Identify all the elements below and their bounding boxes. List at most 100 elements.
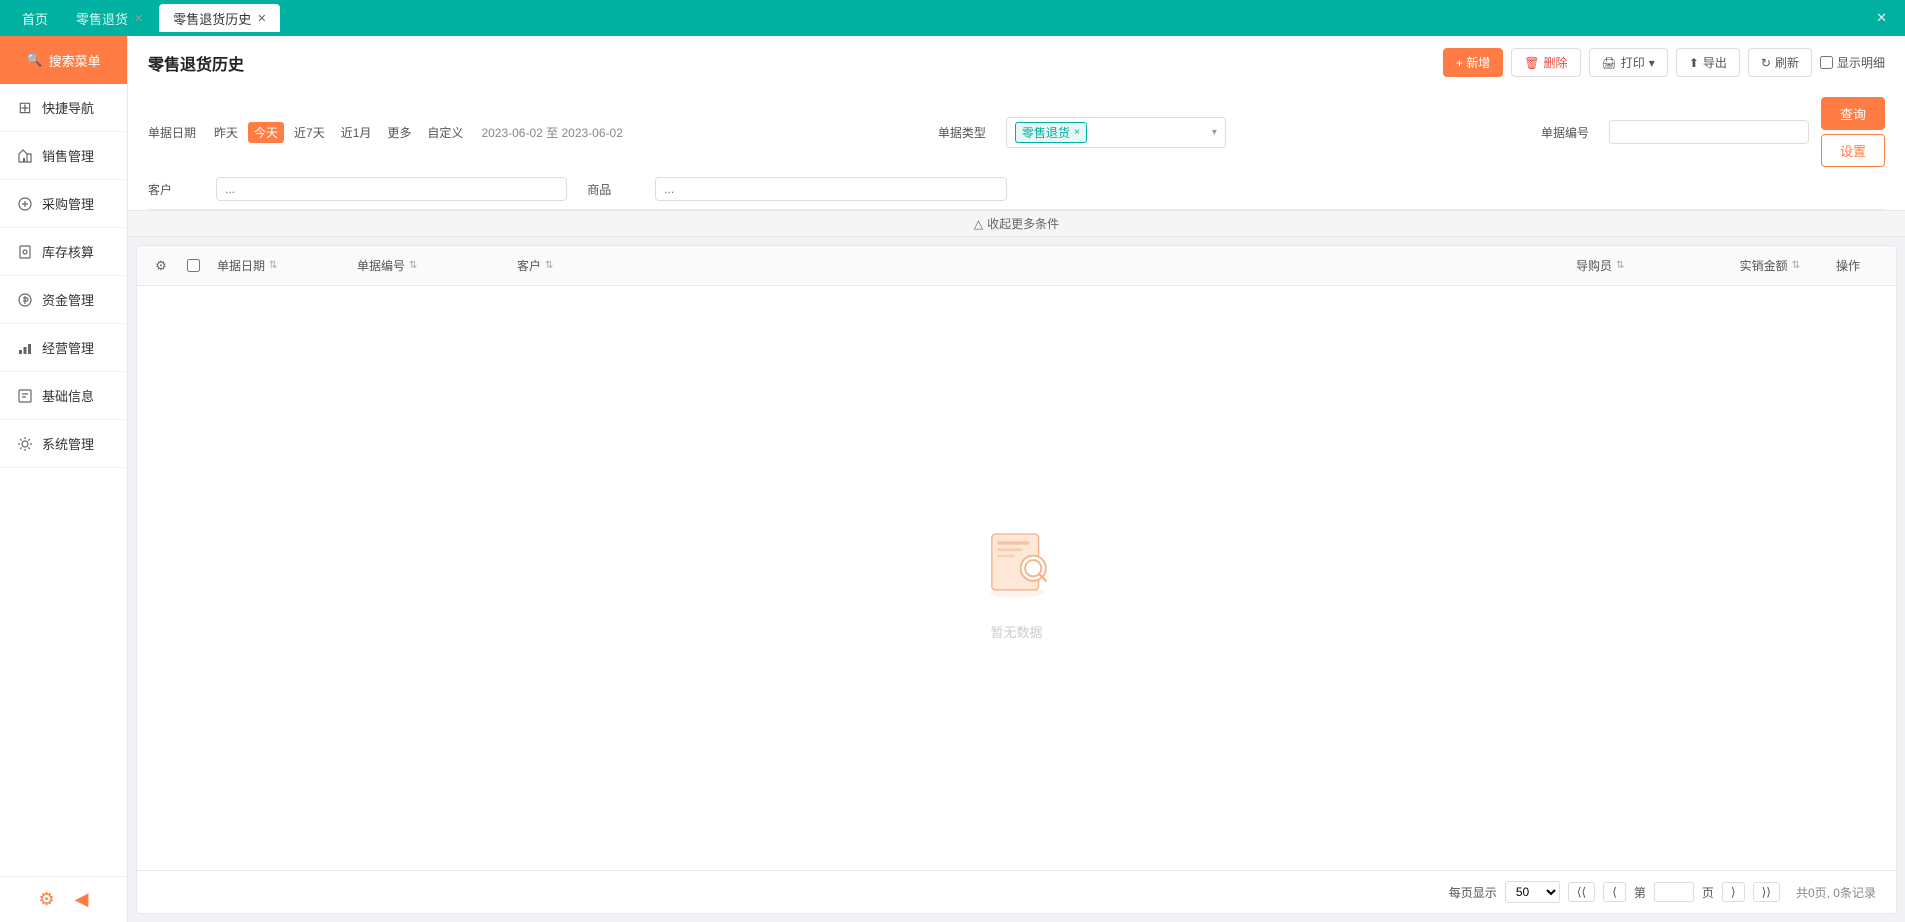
docnum-filter-label: 单据编号 [1541, 124, 1601, 141]
collapse-icon: △ [974, 217, 983, 231]
total-info: 共0页, 0条记录 [1796, 884, 1876, 901]
sidebar-item-basic-info[interactable]: 基础信息 [0, 372, 127, 420]
date-opt-7days[interactable]: 近7天 [288, 122, 331, 143]
date-opt-custom[interactable]: 自定义 [421, 122, 469, 143]
sidebar-item-system-mgmt[interactable]: 系统管理 [0, 420, 127, 468]
system-mgmt-icon [16, 435, 34, 453]
sidebar-item-operations-label: 经营管理 [42, 338, 94, 357]
table-section: ⚙ 单据日期 ⇅ 单据编号 ⇅ 客户 ⇅ 导购员 ⇅ [136, 245, 1897, 914]
sidebar-search[interactable]: 🔍 搜索菜单 [0, 36, 127, 84]
show-detail-checkbox[interactable] [1820, 56, 1833, 69]
th-customer[interactable]: 客户 ⇅ [509, 257, 1568, 274]
th-guide-label: 导购员 [1576, 257, 1612, 274]
sidebar-search-label: 搜索菜单 [49, 51, 101, 70]
th-docnum[interactable]: 单据编号 ⇅ [349, 257, 509, 274]
empty-state: 暂无数据 [137, 286, 1896, 870]
th-customer-sort-icon: ⇅ [545, 260, 553, 271]
sidebar-item-finance-label: 资金管理 [42, 290, 94, 309]
th-amount-label: 实销金额 [1740, 257, 1788, 274]
th-amount-sort-icon: ⇅ [1792, 260, 1800, 271]
date-range-display: 2023-06-02 至 2023-06-02 [481, 124, 622, 141]
sales-mgmt-icon [16, 147, 34, 165]
type-filter-label: 单据类型 [938, 124, 998, 141]
prev-page-btn[interactable]: ⟨ [1603, 882, 1626, 902]
last-page-btn[interactable]: ⟩⟩ [1753, 882, 1780, 902]
tab-retail-return-label: 零售退货 [76, 9, 128, 28]
th-amount[interactable]: 实销金额 ⇅ [1688, 257, 1808, 274]
page-input[interactable]: 1 [1654, 882, 1694, 902]
refresh-icon: ↻ [1761, 56, 1771, 70]
export-button[interactable]: ⬆ 导出 [1676, 48, 1740, 77]
print-arrow-icon: ▾ [1649, 56, 1655, 70]
th-date[interactable]: 单据日期 ⇅ [209, 257, 349, 274]
settings-bottom-icon[interactable]: ⚙ [39, 889, 55, 910]
show-detail-checkbox-label[interactable]: 显示明细 [1820, 54, 1885, 71]
add-button[interactable]: + 新增 [1443, 48, 1503, 77]
sidebar-item-finance[interactable]: 资金管理 [0, 276, 127, 324]
th-date-label: 单据日期 [217, 257, 265, 274]
sidebar-item-inventory[interactable]: 库存核算 [0, 228, 127, 276]
tab-retail-return[interactable]: 零售退货 ✕ [62, 4, 157, 32]
per-page-select[interactable]: 50 20 100 [1505, 881, 1560, 903]
top-bar: 首页 零售退货 ✕ 零售退货历史 ✕ ✕ [0, 0, 1905, 36]
sidebar-item-basic-info-label: 基础信息 [42, 386, 94, 405]
collapse-bar[interactable]: △ 收起更多条件 [128, 211, 1905, 237]
sidebar-item-quick-nav[interactable]: ⊞ 快捷导航 [0, 84, 127, 132]
delete-icon: 🗑 [1524, 56, 1539, 70]
next-page-btn[interactable]: ⟩ [1722, 882, 1745, 902]
export-icon: ⬆ [1689, 56, 1699, 70]
empty-icon [972, 516, 1062, 606]
page-header: 零售退货历史 + 新增 🗑 删除 🖨 打印 ▾ ⬆ 导出 [128, 36, 1905, 211]
th-guide[interactable]: 导购员 ⇅ [1568, 257, 1688, 274]
page-unit: 页 [1702, 884, 1714, 901]
tab-retail-return-history[interactable]: 零售退货历史 ✕ [159, 4, 280, 32]
tab-retail-return-history-label: 零售退货历史 [173, 9, 251, 28]
operations-icon [16, 339, 34, 357]
tab-home[interactable]: 首页 [8, 4, 62, 32]
settings-button[interactable]: 设置 [1821, 134, 1885, 167]
sidebar-item-system-label: 系统管理 [42, 434, 94, 453]
sidebar-item-operations[interactable]: 经营管理 [0, 324, 127, 372]
type-filter-select[interactable]: 零售退货 × ▾ [1006, 117, 1226, 148]
table-header: ⚙ 单据日期 ⇅ 单据编号 ⇅ 客户 ⇅ 导购员 ⇅ [137, 246, 1896, 286]
date-opt-1month[interactable]: 近1月 [335, 122, 378, 143]
page-label: 第 [1634, 884, 1646, 901]
print-button[interactable]: 🖨 打印 ▾ [1589, 48, 1668, 77]
date-filter-label: 单据日期 [148, 124, 208, 141]
customer-filter-input[interactable] [216, 177, 567, 201]
th-checkbox[interactable] [177, 259, 209, 272]
collapse-sidebar-icon[interactable]: ◀ [75, 889, 89, 910]
sidebar-bottom: ⚙ ◀ [0, 876, 127, 922]
refresh-button[interactable]: ↻ 刷新 [1748, 48, 1812, 77]
th-settings-icon[interactable]: ⚙ [145, 258, 177, 274]
date-opt-yesterday[interactable]: 昨天 [208, 122, 244, 143]
type-tag-close[interactable]: × [1074, 127, 1080, 138]
sidebar-item-quick-nav-label: 快捷导航 [42, 98, 94, 117]
filter-area: 单据日期 昨天 今天 近7天 近1月 更多 自定义 2023-06-02 至 2… [148, 87, 1885, 210]
sidebar-item-sales-mgmt[interactable]: 销售管理 [0, 132, 127, 180]
tab-retail-return-history-close[interactable]: ✕ [257, 12, 266, 25]
customer-filter-label: 客户 [148, 181, 208, 198]
window-close-btn[interactable]: ✕ [1866, 10, 1897, 26]
th-date-sort-icon: ⇅ [269, 260, 277, 271]
date-opt-more[interactable]: 更多 [381, 122, 417, 143]
filter-row-date: 单据日期 昨天 今天 近7天 近1月 更多 自定义 2023-06-02 至 2… [148, 97, 1885, 167]
pagination-bar: 每页显示 50 20 100 ⟨⟨ ⟨ 第 1 页 ⟩ ⟩⟩ 共0页, 0条记录 [137, 870, 1896, 913]
basic-info-icon [16, 387, 34, 405]
sidebar: 🔍 搜索菜单 ⊞ 快捷导航 销售管理 采购管理 库存核算 [0, 36, 128, 922]
sidebar-item-purchase-label: 采购管理 [42, 194, 94, 213]
inventory-icon [16, 243, 34, 261]
date-opt-today[interactable]: 今天 [248, 122, 284, 143]
filter-row-2: 客户 商品 [148, 177, 1885, 201]
sidebar-item-purchase-mgmt[interactable]: 采购管理 [0, 180, 127, 228]
tab-retail-return-close[interactable]: ✕ [134, 12, 143, 25]
delete-button[interactable]: 🗑 删除 [1511, 48, 1580, 77]
sidebar-item-sales-label: 销售管理 [42, 146, 94, 165]
th-docnum-sort-icon: ⇅ [409, 260, 417, 271]
select-all-checkbox[interactable] [187, 259, 200, 272]
date-options: 昨天 今天 近7天 近1月 更多 自定义 [208, 122, 469, 143]
docnum-filter-input[interactable] [1609, 120, 1809, 144]
first-page-btn[interactable]: ⟨⟨ [1568, 882, 1595, 902]
query-button[interactable]: 查询 [1821, 97, 1885, 130]
goods-filter-input[interactable] [655, 177, 1006, 201]
